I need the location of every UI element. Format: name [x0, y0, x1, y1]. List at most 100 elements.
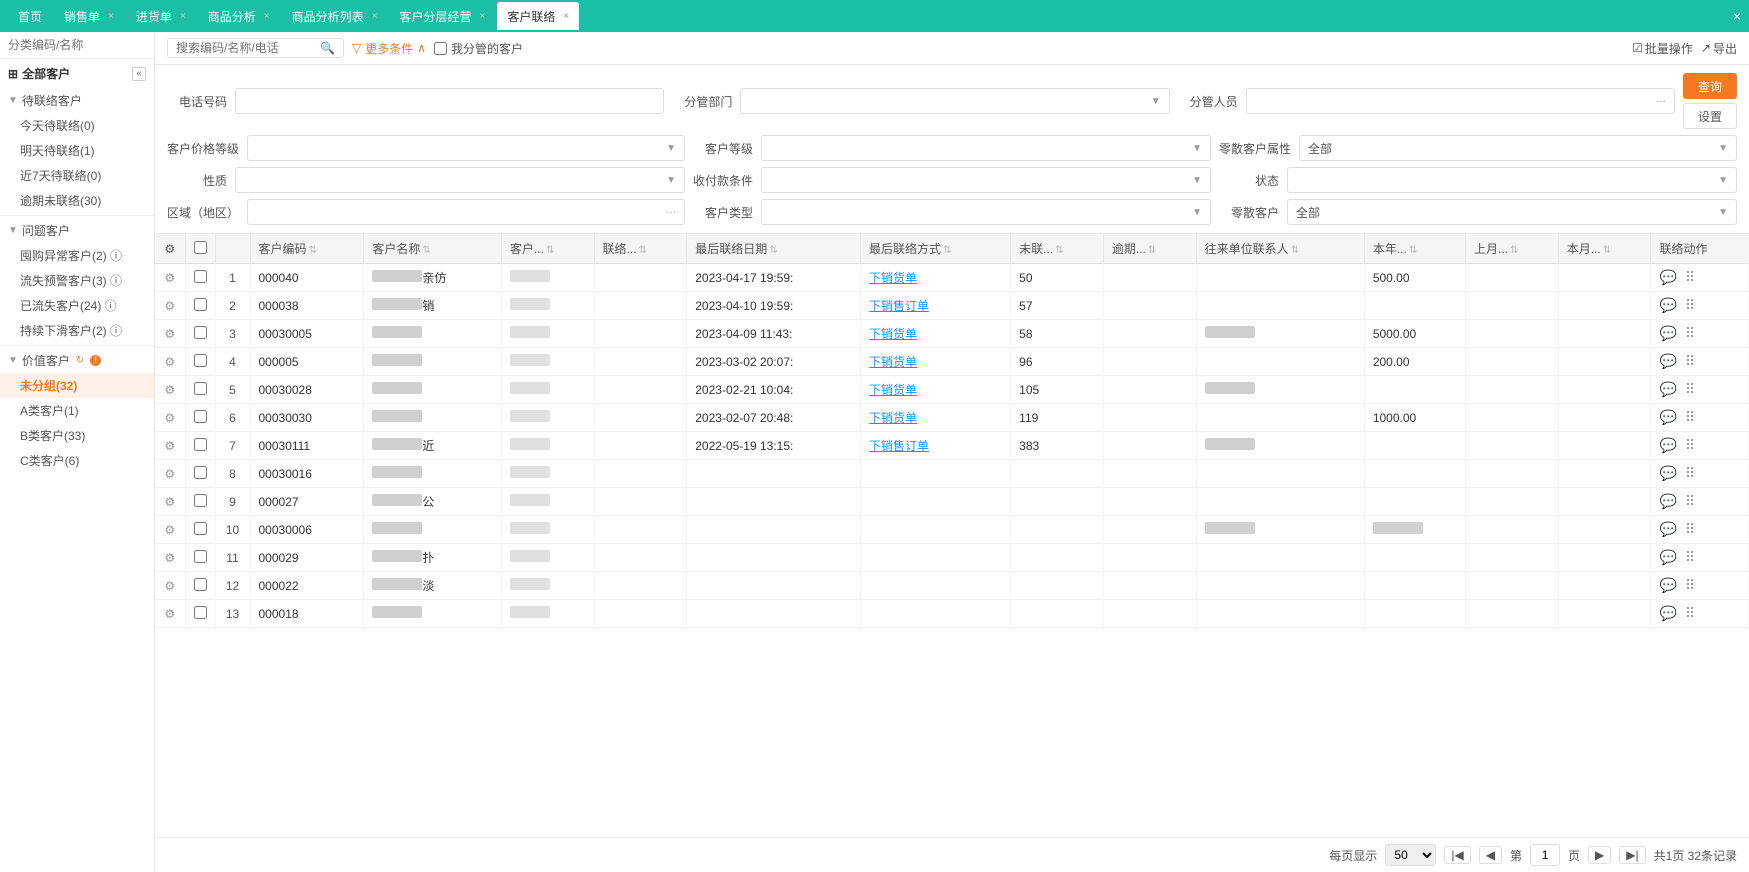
row-checkbox-4[interactable]: [194, 382, 207, 395]
last-page-btn[interactable]: ▶|: [1619, 846, 1645, 864]
sidebar-item-class-c[interactable]: C类客户(6): [0, 448, 154, 473]
row-checkbox-3[interactable]: [194, 354, 207, 367]
nav-tab-purchase[interactable]: 进货单 ×: [126, 2, 196, 30]
row-settings-5[interactable]: ⚙: [155, 404, 185, 432]
row-settings-12[interactable]: ⚙: [155, 600, 185, 628]
col-last-date-header[interactable]: 最后联络日期⇅: [687, 234, 861, 264]
row-method-4[interactable]: 下销货单: [861, 376, 1011, 404]
nav-tab-customer-contact[interactable]: 客户联络 ×: [497, 2, 579, 30]
person-more-icon[interactable]: ···: [1656, 96, 1666, 107]
nav-tab-sales[interactable]: 销售单 ×: [54, 2, 124, 30]
more-icon-8[interactable]: ⠿: [1685, 493, 1695, 510]
row-settings-4[interactable]: ⚙: [155, 376, 185, 404]
row-method-7[interactable]: [861, 460, 1011, 488]
contact-icon-10[interactable]: 💬: [1659, 549, 1676, 566]
sidebar-item-declining[interactable]: 持续下滑客户(2) ⓘ: [0, 318, 154, 343]
row-method-11[interactable]: [861, 572, 1011, 600]
row-cb-2[interactable]: [185, 320, 215, 348]
refresh-icon[interactable]: ↻: [76, 355, 84, 366]
close-analysis-list-tab[interactable]: ×: [372, 11, 378, 22]
close-purchase-tab[interactable]: ×: [180, 11, 186, 22]
value-customer-group[interactable]: ▼ 价值客户 ↻ !: [0, 348, 154, 373]
row-settings-3[interactable]: ⚙: [155, 348, 185, 376]
method-link-2[interactable]: 下销货单: [869, 327, 917, 341]
sidebar-item-tomorrow[interactable]: 明天待联络(1): [0, 138, 154, 163]
row-settings-1[interactable]: ⚙: [155, 292, 185, 320]
prev-page-btn[interactable]: ◀: [1479, 846, 1502, 864]
more-icon-2[interactable]: ⠿: [1685, 325, 1695, 342]
sidebar-item-overdue[interactable]: 逾期未联络(30): [0, 188, 154, 213]
row-checkbox-9[interactable]: [194, 522, 207, 535]
row-settings-0[interactable]: ⚙: [155, 264, 185, 292]
col-days-header[interactable]: 未联...⇅: [1011, 234, 1104, 264]
region-more-icon[interactable]: ···: [666, 207, 676, 218]
row-checkbox-0[interactable]: [194, 270, 207, 283]
region-select[interactable]: ···: [247, 199, 685, 225]
next-page-btn[interactable]: ▶: [1588, 846, 1611, 864]
nav-tab-customer-tier[interactable]: 客户分层经营 ×: [389, 2, 495, 30]
export-btn[interactable]: ↗ 导出: [1701, 40, 1737, 57]
method-link-3[interactable]: 下销货单: [869, 355, 917, 369]
row-checkbox-6[interactable]: [194, 438, 207, 451]
zero-attr-select[interactable]: 全部 ▼: [1299, 135, 1737, 161]
col-year-header[interactable]: 本年...⇅: [1364, 234, 1465, 264]
row-settings-6[interactable]: ⚙: [155, 432, 185, 460]
payment-select[interactable]: ▼: [761, 167, 1211, 193]
col-lastmonth-header[interactable]: 上月...⇅: [1466, 234, 1559, 264]
row-checkbox-10[interactable]: [194, 550, 207, 563]
row-cb-9[interactable]: [185, 516, 215, 544]
row-checkbox-11[interactable]: [194, 578, 207, 591]
zero-customer-select[interactable]: 全部 ▼: [1287, 199, 1737, 225]
more-icon-1[interactable]: ⠿: [1685, 297, 1695, 314]
row-method-2[interactable]: 下销货单: [861, 320, 1011, 348]
row-cb-7[interactable]: [185, 460, 215, 488]
row-cb-12[interactable]: [185, 600, 215, 628]
contact-icon-4[interactable]: 💬: [1659, 381, 1676, 398]
status-select[interactable]: ▼: [1287, 167, 1737, 193]
method-link-0[interactable]: 下销货单: [869, 271, 917, 285]
search-icon[interactable]: 🔍: [320, 41, 335, 55]
col-contact-header[interactable]: 往来单位联系人⇅: [1196, 234, 1364, 264]
sidebar-item-today[interactable]: 今天待联络(0): [0, 113, 154, 138]
row-method-12[interactable]: [861, 600, 1011, 628]
person-select[interactable]: ···: [1246, 88, 1675, 114]
contact-icon-2[interactable]: 💬: [1659, 325, 1676, 342]
more-icon-9[interactable]: ⠿: [1685, 521, 1695, 538]
row-method-10[interactable]: [861, 544, 1011, 572]
row-settings-2[interactable]: ⚙: [155, 320, 185, 348]
contact-icon-5[interactable]: 💬: [1659, 409, 1676, 426]
nav-tab-analysis-list[interactable]: 商品分析列表 ×: [282, 2, 388, 30]
row-settings-11[interactable]: ⚙: [155, 572, 185, 600]
nature-select[interactable]: ▼: [235, 167, 685, 193]
row-cb-4[interactable]: [185, 376, 215, 404]
row-method-0[interactable]: 下销货单: [861, 264, 1011, 292]
nav-tab-home[interactable]: 首页: [8, 2, 52, 30]
contact-icon-1[interactable]: 💬: [1659, 297, 1676, 314]
contact-icon-6[interactable]: 💬: [1659, 437, 1676, 454]
customer-level-select[interactable]: ▼: [761, 135, 1211, 161]
row-checkbox-7[interactable]: [194, 466, 207, 479]
row-method-8[interactable]: [861, 488, 1011, 516]
row-settings-9[interactable]: ⚙: [155, 516, 185, 544]
col-settings[interactable]: ⚙: [155, 234, 185, 264]
nav-tab-analysis[interactable]: 商品分析 ×: [198, 2, 280, 30]
batch-op-btn[interactable]: ☑ 批量操作: [1632, 40, 1693, 57]
contact-icon-8[interactable]: 💬: [1659, 493, 1676, 510]
contact-icon-3[interactable]: 💬: [1659, 353, 1676, 370]
first-page-btn[interactable]: |◀: [1444, 846, 1470, 864]
sidebar-item-7days[interactable]: 近7天待联络(0): [0, 163, 154, 188]
pending-contact-group[interactable]: ▼ 待联络客户: [0, 88, 154, 113]
row-settings-10[interactable]: ⚙: [155, 544, 185, 572]
window-close-btn[interactable]: ×: [1733, 8, 1741, 24]
row-cb-6[interactable]: [185, 432, 215, 460]
method-link-4[interactable]: 下销货单: [869, 383, 917, 397]
contact-icon-11[interactable]: 💬: [1659, 577, 1676, 594]
row-checkbox-2[interactable]: [194, 326, 207, 339]
per-page-select[interactable]: 50 100 200: [1385, 844, 1436, 866]
col-thismonth-header[interactable]: 本月...⇅: [1558, 234, 1651, 264]
row-method-5[interactable]: 下销货单: [861, 404, 1011, 432]
row-cb-5[interactable]: [185, 404, 215, 432]
dept-select[interactable]: ▼: [740, 88, 1169, 114]
method-link-5[interactable]: 下销货单: [869, 411, 917, 425]
customer-type-select[interactable]: ▼: [761, 199, 1211, 225]
